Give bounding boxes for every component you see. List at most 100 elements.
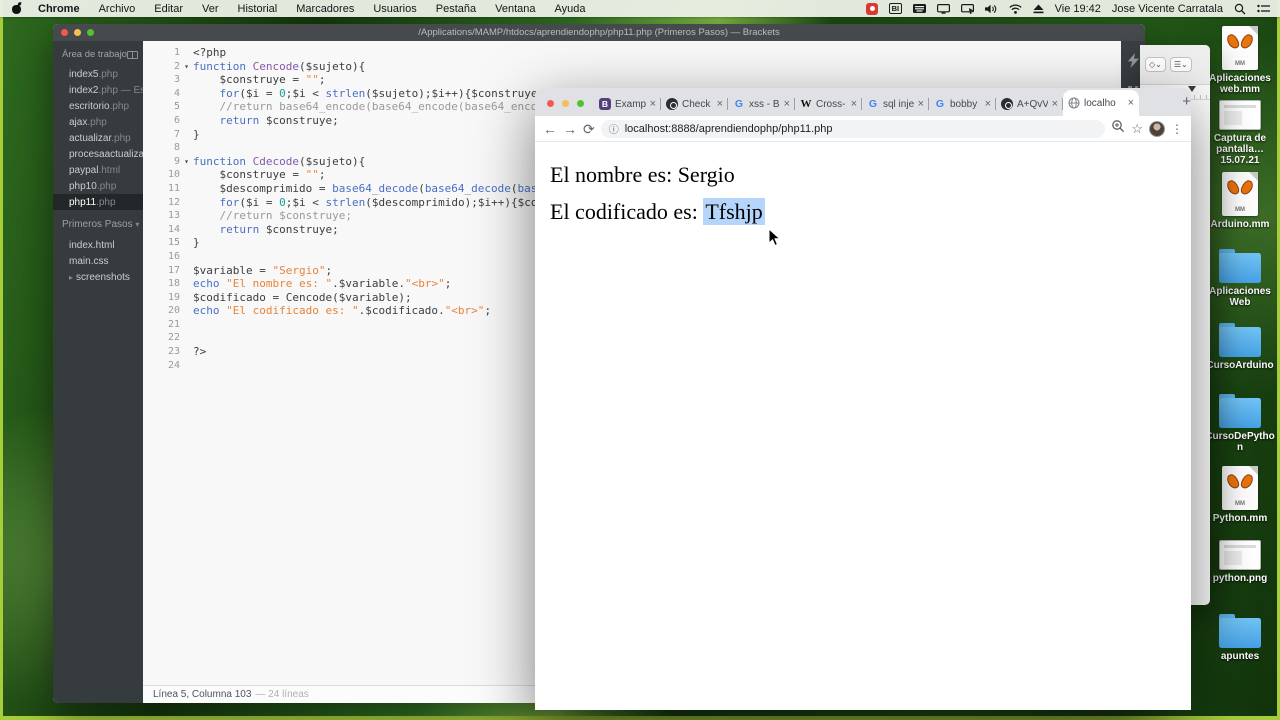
back-button[interactable]: ← [543,122,557,136]
chrome-traffic-lights[interactable] [547,100,584,107]
minimize-button[interactable] [74,29,81,36]
desktop-icon-aplicaciones-web-mm[interactable]: MM Aplicaciones web.mm [1202,26,1278,95]
project-file-screenshots[interactable]: ▸ screenshots [53,269,143,285]
desktop-icon-cursoarduino[interactable]: CursoArduino [1202,322,1278,371]
code-line[interactable]: 1 <?php [143,46,1145,60]
tab-bobby[interactable]: Gbobby × [929,92,996,116]
tab-close-icon[interactable]: × [918,99,924,110]
menu-item-ventana[interactable]: Ventana [495,3,535,15]
file-name: actualizar [69,132,112,144]
volume-icon[interactable] [984,2,998,15]
menu-item-editar[interactable]: Editar [154,3,183,15]
tab-sql-inje[interactable]: Gsql inje × [862,92,929,116]
fold-arrow-icon[interactable]: ▾ [180,60,193,74]
tab-close-icon[interactable]: × [851,99,857,110]
zoom-indicator-icon[interactable] [1111,119,1125,138]
bi-icon[interactable]: BI [889,2,902,15]
list-style-control[interactable]: ☰⌄ [1169,57,1192,72]
tab-close-icon[interactable]: × [784,99,790,110]
tab-close-icon[interactable]: × [1052,99,1058,110]
brackets-traffic-lights[interactable] [61,29,94,36]
desktop-icon-apuntes[interactable]: apuntes [1202,613,1278,662]
code-line[interactable]: 2 ▾ function Cencode($sujeto){ [143,60,1145,74]
working-file-index5-php[interactable]: index5.php [53,66,143,82]
apple-menu-icon[interactable] [12,3,22,14]
bookmark-star-icon[interactable]: ☆ [1131,121,1143,136]
brackets-titlebar[interactable]: /Applications/MAMP/htdocs/aprendiendophp… [53,24,1145,41]
tab-localho[interactable]: localho × [1063,90,1139,116]
desktop-icon-arduino-mm[interactable]: MM Arduino.mm [1202,172,1278,230]
menu-item-chrome[interactable]: Chrome [38,3,80,15]
menu-item-marcadores[interactable]: Marcadores [296,3,354,15]
tab-examp[interactable]: B Examp × [594,92,661,116]
line-spacing-control[interactable]: ◇⌄ [1145,57,1166,72]
selected-text[interactable]: Tfshjp [703,198,765,225]
address-bar[interactable]: ⓘ localhost:8888/aprendiendophp/php11.ph… [600,119,1106,138]
zoom-button[interactable] [87,29,94,36]
bi-icon-label: BI [889,3,902,14]
notification-center-icon[interactable] [1257,2,1270,15]
keyboard-icon[interactable] [912,2,926,15]
menu-dots-icon[interactable]: ⋮ [1171,122,1183,136]
wifi-icon[interactable] [1008,2,1022,15]
file-name: main [69,255,91,267]
url-text[interactable]: localhost:8888/aprendiendophp/php11.php [625,123,833,135]
menu-item-ayuda[interactable]: Ayuda [554,3,585,15]
code-text: } [193,127,200,141]
working-file-paypal-html[interactable]: paypal.html [53,162,143,178]
zoom-button[interactable] [577,100,584,107]
clock[interactable]: Vie 19:42 [1055,3,1101,15]
menu-item-historial[interactable]: Historial [238,3,278,15]
close-button[interactable] [61,29,68,36]
desktop-icon-python-png[interactable]: python.png [1202,540,1278,584]
screen-mirroring-icon[interactable] [960,2,974,15]
tab-close-icon[interactable]: × [717,99,723,110]
fold-gutter [180,359,193,373]
menu-item-ver[interactable]: Ver [202,3,219,15]
record-icon[interactable] [866,2,879,15]
working-file-escritorio-php[interactable]: escritorio.php [53,98,143,114]
display-icon[interactable] [936,2,950,15]
close-button[interactable] [547,100,554,107]
new-tab-button[interactable]: + [1182,93,1191,110]
minimize-button[interactable] [562,100,569,107]
tab-check[interactable]: Check × [661,92,728,116]
working-file-ajax-php[interactable]: ajax.php [53,114,143,130]
profile-avatar[interactable] [1149,120,1165,137]
working-file-index2-php[interactable]: index2.php — España [53,82,143,98]
desktop-icon-aplicaciones-web[interactable]: Aplicaciones Web [1202,248,1278,308]
tab-cross[interactable]: W Cross- × [795,92,862,116]
line-number: 1 [173,47,180,58]
fold-arrow-icon[interactable]: ▾ [180,155,193,169]
desktop-icon-python-mm[interactable]: MM Python.mm [1202,466,1278,524]
project-dropdown[interactable]: Primeros Pasos ▾ [53,210,143,237]
live-preview-icon[interactable] [1127,53,1140,73]
tab-a-qvv[interactable]: A+QvV × [996,92,1063,116]
tab-close-icon[interactable]: × [985,99,991,110]
code-line[interactable]: 3 $construye = ""; [143,73,1145,87]
folder-arrow-icon[interactable]: ▸ [69,273,73,282]
working-file-php10-php[interactable]: php10.php [53,178,143,194]
info-icon[interactable]: ⓘ [609,121,619,136]
tab-close-icon[interactable]: × [1128,98,1134,109]
tab-close-icon[interactable]: × [650,99,656,110]
user-name[interactable]: Jose Vicente Carratala [1112,3,1223,15]
working-file-procesaactualizar-php[interactable]: procesaactualizar.php [53,146,143,162]
project-file-index-html[interactable]: index.html [53,237,143,253]
tab-xss-b[interactable]: Gxss - B × [728,92,795,116]
reload-button[interactable]: ⟳ [583,122,595,136]
spotlight-search-icon[interactable] [1234,2,1246,15]
working-file-actualizar-php[interactable]: actualizar.php [53,130,143,146]
desktop-icon-cursodepython[interactable]: CursoDePython [1202,393,1278,453]
project-file-main-css[interactable]: main.css [53,253,143,269]
working-file-php11-php[interactable]: php11.php [53,194,143,210]
forward-button[interactable]: → [563,122,577,136]
menu-item-usuarios[interactable]: Usuarios [373,3,416,15]
menu-item-archivo[interactable]: Archivo [99,3,136,15]
menu-item-pesta-a[interactable]: Pestaña [436,3,476,15]
chrome-window[interactable]: B Examp × Check × Gxss - B × W Cross- × Gsql inje ×… [535,88,1191,710]
split-view-icon[interactable] [126,50,138,59]
eject-icon[interactable] [1033,2,1044,15]
desktop-icon-captura-de-pantalla-15-07-21[interactable]: Captura de pantalla…15.07.21 [1202,100,1278,166]
fold-gutter [180,209,193,223]
